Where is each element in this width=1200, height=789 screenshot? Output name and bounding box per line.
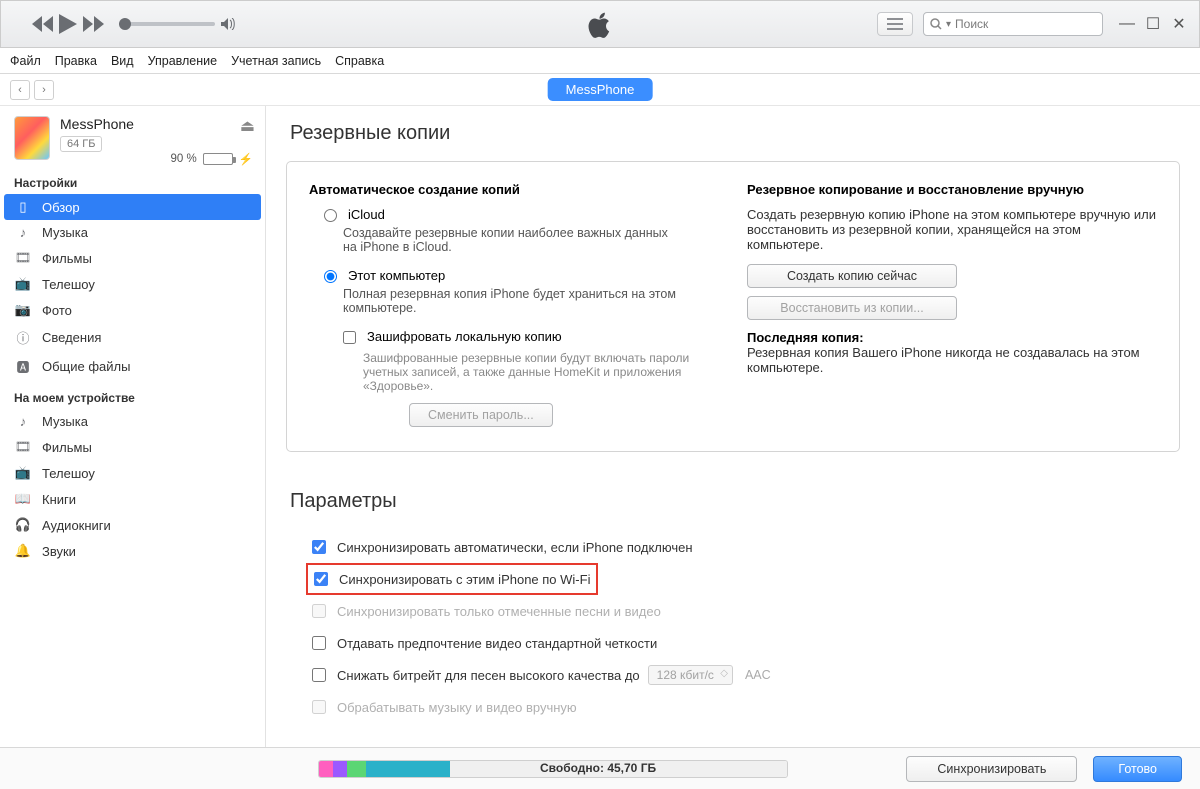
sidebar-item-tvshows[interactable]: 📺Телешоу xyxy=(0,271,265,297)
device-header: MessPhone 64 ГБ ⏏ 90 % ⚡ xyxy=(0,106,265,166)
backups-panel: Автоматическое создание копий iCloud Соз… xyxy=(286,161,1180,452)
done-button[interactable]: Готово xyxy=(1093,756,1182,782)
prefer-sd-checkbox[interactable]: Отдавать предпочтение видео стандартной … xyxy=(306,627,1176,659)
menu-help[interactable]: Справка xyxy=(335,54,384,68)
icloud-radio[interactable]: iCloud xyxy=(319,207,719,222)
restore-backup-button[interactable]: Восстановить из копии... xyxy=(747,296,957,320)
storage-free-label: Свободно: 45,70 ГБ xyxy=(540,761,656,775)
film-icon: 🎞 xyxy=(14,439,32,455)
manual-backup-desc: Создать резервную копию iPhone на этом к… xyxy=(747,207,1157,252)
reduce-bitrate-row: Снижать битрейт для песен высокого качес… xyxy=(306,659,1176,691)
apple-logo-icon xyxy=(588,11,612,44)
search-placeholder: Поиск xyxy=(955,17,988,31)
encrypt-hint: Зашифрованные резервные копии будут вклю… xyxy=(363,351,703,393)
nav-forward-button[interactable]: › xyxy=(34,80,54,100)
last-copy-title: Последняя копия: xyxy=(747,330,1157,345)
only-checked-checkbox[interactable]: Синхронизировать только отмеченные песни… xyxy=(306,595,1176,627)
playback-controls xyxy=(31,14,105,34)
sidebar-title-settings: Настройки xyxy=(0,166,265,194)
sidebar-device-audiobooks[interactable]: 🎧Аудиокниги xyxy=(0,512,265,538)
sidebar-item-photos[interactable]: 📷Фото xyxy=(0,297,265,323)
params-heading: Параметры xyxy=(290,490,1176,513)
menu-controls[interactable]: Управление xyxy=(148,54,218,68)
device-thumbnail xyxy=(14,116,50,160)
sidebar-item-music[interactable]: ♪Музыка xyxy=(0,220,265,245)
aac-label: AAC xyxy=(745,668,771,682)
device-name: MessPhone xyxy=(60,116,230,132)
note-icon: ♪ xyxy=(14,414,32,429)
footer: Свободно: 45,70 ГБ Синхронизировать Гото… xyxy=(0,747,1200,789)
content-area: Резервные копии Автоматическое создание … xyxy=(266,106,1200,747)
menu-account[interactable]: Учетная запись xyxy=(231,54,321,68)
sidebar-item-movies[interactable]: 🎞Фильмы xyxy=(0,245,265,271)
sidebar-item-info[interactable]: ⓘСведения xyxy=(0,323,265,352)
manual-backup-title: Резервное копирование и восстановление в… xyxy=(747,182,1157,197)
fast-forward-button[interactable] xyxy=(83,16,105,32)
icloud-hint: Создавайте резервные копии наиболее важн… xyxy=(343,226,683,254)
sidebar-device-music[interactable]: ♪Музыка xyxy=(0,409,265,434)
bell-icon: 🔔 xyxy=(14,543,32,559)
sidebar: MessPhone 64 ГБ ⏏ 90 % ⚡ Настройки ▯Обзо… xyxy=(0,106,266,747)
headphones-icon: 🎧 xyxy=(14,517,32,533)
eject-button[interactable]: ⏏ xyxy=(240,116,255,136)
sidebar-item-shared-files[interactable]: 🅰Общие файлы xyxy=(0,352,265,381)
tv-icon: 📺 xyxy=(14,465,32,481)
backups-heading: Резервные копии xyxy=(290,122,1176,145)
backup-now-button[interactable]: Создать копию сейчас xyxy=(747,264,957,288)
sidebar-device-tones[interactable]: 🔔Звуки xyxy=(0,538,265,564)
sidebar-title-on-device: На моем устройстве xyxy=(0,381,265,409)
camera-icon: 📷 xyxy=(14,302,32,318)
sidebar-device-books[interactable]: 📖Книги xyxy=(0,486,265,512)
device-capacity-badge: 64 ГБ xyxy=(60,136,102,152)
note-icon: ♪ xyxy=(14,225,32,240)
menu-view[interactable]: Вид xyxy=(111,54,134,68)
minimize-button[interactable]: — xyxy=(1119,16,1135,32)
menu-edit[interactable]: Правка xyxy=(55,54,97,68)
maximize-button[interactable]: ☐ xyxy=(1145,16,1161,32)
auto-sync-checkbox[interactable]: Синхронизировать автоматически, если iPh… xyxy=(306,531,1176,563)
device-tab-chip[interactable]: MessPhone xyxy=(548,78,653,101)
sidebar-device-tvshows[interactable]: 📺Телешоу xyxy=(0,460,265,486)
menu-file[interactable]: Файл xyxy=(10,54,41,68)
sync-button[interactable]: Синхронизировать xyxy=(906,756,1077,782)
thispc-radio[interactable]: Этот компьютер xyxy=(319,268,719,283)
manual-media-checkbox[interactable]: Обрабатывать музыку и видео вручную xyxy=(306,691,1176,723)
tv-icon: 📺 xyxy=(14,276,32,292)
change-password-button[interactable]: Сменить пароль... xyxy=(409,403,553,427)
film-icon: 🎞 xyxy=(14,250,32,266)
wifi-sync-checkbox[interactable]: Синхронизировать с этим iPhone по Wi-Fi xyxy=(306,563,598,595)
last-copy-desc: Резервная копия Вашего iPhone никогда не… xyxy=(747,345,1157,375)
bitrate-select[interactable]: 128 кбит/с xyxy=(648,665,733,685)
play-button[interactable] xyxy=(59,14,77,34)
info-icon: ⓘ xyxy=(14,328,32,347)
thispc-hint: Полная резервная копия iPhone будет хран… xyxy=(343,287,683,315)
search-input[interactable]: ▾ Поиск xyxy=(923,12,1103,36)
apps-icon: 🅰 xyxy=(14,357,32,376)
reduce-bitrate-checkbox[interactable] xyxy=(312,668,326,682)
battery-icon xyxy=(203,153,233,165)
phone-icon: ▯ xyxy=(14,199,32,215)
params-list: Синхронизировать автоматически, если iPh… xyxy=(306,531,1176,723)
battery-percent: 90 % xyxy=(170,153,196,165)
rewind-button[interactable] xyxy=(31,16,53,32)
sidebar-item-overview[interactable]: ▯Обзор xyxy=(4,194,261,220)
volume-slider[interactable] xyxy=(119,18,235,30)
list-view-toggle[interactable] xyxy=(877,12,913,36)
encrypt-checkbox[interactable]: Зашифровать локальную копию xyxy=(339,329,719,347)
sidebar-device-movies[interactable]: 🎞Фильмы xyxy=(0,434,265,460)
menubar: Файл Правка Вид Управление Учетная запис… xyxy=(0,48,1200,74)
close-button[interactable]: ✕ xyxy=(1171,16,1187,32)
titlebar: ▾ Поиск — ☐ ✕ xyxy=(0,0,1200,48)
window-controls: — ☐ ✕ xyxy=(1119,16,1187,32)
nav-back-button[interactable]: ‹ xyxy=(10,80,30,100)
auto-backup-title: Автоматическое создание копий xyxy=(309,182,719,197)
navigation-row: ‹ › MessPhone xyxy=(0,74,1200,106)
book-icon: 📖 xyxy=(14,491,32,507)
